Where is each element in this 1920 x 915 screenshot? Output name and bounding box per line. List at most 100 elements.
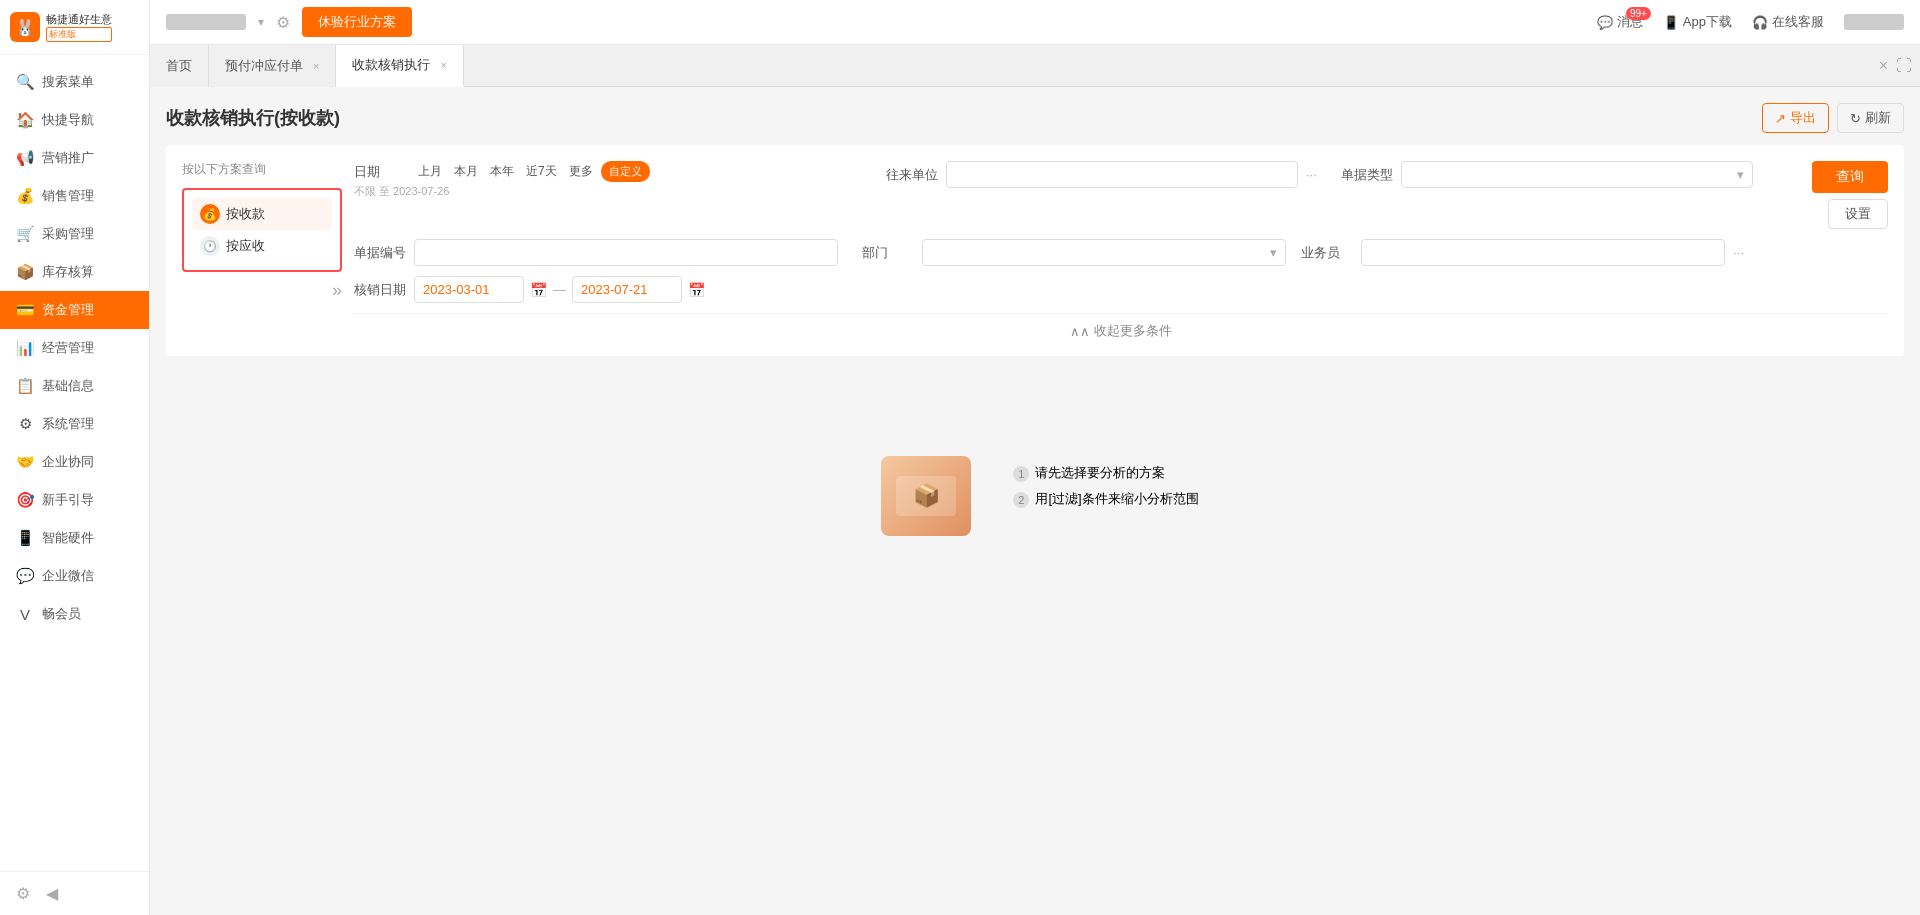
date-btn-more[interactable]: 更多 (565, 161, 597, 182)
management-icon: 📊 (16, 339, 34, 357)
counterpart-input[interactable] (946, 161, 1298, 188)
sidebar-item-finance[interactable]: 💳资金管理 (0, 291, 149, 329)
counterpart-more-icon[interactable]: ··· (1306, 167, 1317, 182)
content-area: 收款核销执行(按收款) ↗ 导出 ↻ 刷新 按以下方案查询 💰 按收款 (150, 87, 1920, 915)
topbar-right: 💬 消息 99+ 📱 App下载 🎧 在线客服 (1597, 13, 1904, 31)
date-btn-7days[interactable]: 近7天 (522, 161, 561, 182)
tabbar-expand-btn[interactable]: ⛶ (1896, 57, 1912, 75)
empty-box-face: 📦 (896, 476, 956, 516)
date-btn-this-year[interactable]: 本年 (486, 161, 518, 182)
sidebar-item-label-guide: 新手引导 (42, 491, 94, 509)
sidebar-nav: 🔍搜索菜单🏠快捷导航📢营销推广💰销售管理🛒采购管理📦库存核算💳资金管理📊经营管理… (0, 55, 149, 871)
topbar-gear-icon[interactable]: ⚙ (276, 13, 290, 32)
tabbar-close-btn[interactable]: × (1879, 57, 1888, 75)
user-avatar (1844, 14, 1904, 30)
sidebar-bottom: ⚙ ◀ (0, 871, 149, 915)
sidebar-item-sales[interactable]: 💰销售管理 (0, 177, 149, 215)
tab-receipt-close-icon[interactable]: × (440, 59, 446, 71)
refresh-icon: ↻ (1850, 111, 1861, 126)
query-btn[interactable]: 查询 (1812, 161, 1888, 193)
doc-type-select[interactable] (1401, 161, 1753, 188)
page-actions: ↗ 导出 ↻ 刷新 (1762, 103, 1904, 133)
department-select[interactable] (922, 239, 1286, 266)
sidebar-item-basic[interactable]: 📋基础信息 (0, 367, 149, 405)
sidebar-item-label-quick: 快捷导航 (42, 111, 94, 129)
sidebar-item-label-inventory: 库存核算 (42, 263, 94, 281)
empty-instructions: 1 请先选择要分析的方案 2 用[过滤]条件来缩小分析范围 (1013, 464, 1198, 508)
sidebar-item-search[interactable]: 🔍搜索菜单 (0, 63, 149, 101)
hardware-icon: 📱 (16, 529, 34, 547)
date-btn-last-month[interactable]: 上月 (414, 161, 446, 182)
step1-num: 1 (1013, 466, 1029, 482)
collapse-more-icon: ∧∧ (1070, 324, 1090, 339)
sidebar-item-marketing[interactable]: 📢营销推广 (0, 139, 149, 177)
tab-prepay-label: 预付冲应付单 (225, 57, 303, 75)
tab-home-label: 首页 (166, 57, 192, 75)
tab-receipt-label: 收款核销执行 (352, 56, 430, 74)
sidebar-item-management[interactable]: 📊经营管理 (0, 329, 149, 367)
settings-btn[interactable]: 设置 (1828, 199, 1888, 229)
filter-row2: 单据编号 部门 ▾ 业务员 ··· (354, 239, 1888, 266)
verify-date-start-cal-icon[interactable]: 📅 (530, 282, 547, 298)
topbar-brand (166, 14, 246, 30)
refresh-btn[interactable]: ↻ 刷新 (1837, 103, 1904, 133)
empty-box-body: 📦 (881, 456, 971, 536)
basic-icon: 📋 (16, 377, 34, 395)
verify-date-end-cal-icon[interactable]: 📅 (688, 282, 705, 298)
by-receipt-label: 按收款 (226, 205, 265, 223)
filter-panel: 按以下方案查询 💰 按收款 🕐 按应收 » (166, 145, 1904, 356)
export-btn[interactable]: ↗ 导出 (1762, 103, 1829, 133)
salesperson-label: 业务员 (1301, 244, 1353, 262)
online-service-btn[interactable]: 🎧 在线客服 (1752, 13, 1824, 31)
topbar-chevron-icon[interactable]: ▾ (258, 15, 264, 29)
sidebar-item-purchase[interactable]: 🛒采购管理 (0, 215, 149, 253)
sidebar-item-guide[interactable]: 🎯新手引导 (0, 481, 149, 519)
tab-prepay[interactable]: 预付冲应付单 × (209, 45, 336, 87)
filter-option-by-receipt[interactable]: 💰 按收款 (192, 198, 332, 230)
sidebar-item-inventory[interactable]: 📦库存核算 (0, 253, 149, 291)
salesperson-input[interactable] (1361, 239, 1725, 266)
salesperson-more-icon[interactable]: ··· (1733, 245, 1744, 260)
date-range-sub: 不限 至 2023-07-26 (354, 184, 862, 199)
filter-row3: 核销日期 📅 — 📅 (354, 276, 1888, 303)
salesperson-row: 业务员 ··· (1301, 239, 1744, 266)
verify-date-start-input[interactable] (414, 276, 524, 303)
tab-receipt[interactable]: 收款核销执行 × (336, 45, 463, 87)
filter-row1: 日期 上月 本月 本年 近7天 更多 自定义 不限 至 2023-07-26 (354, 161, 1888, 229)
sidebar-item-vip[interactable]: V畅会员 (0, 595, 149, 633)
date-separator: — (553, 282, 566, 297)
industry-btn[interactable]: 休验行业方案 (302, 7, 412, 37)
sidebar-item-label-search: 搜索菜单 (42, 73, 94, 91)
sidebar-item-label-sales: 销售管理 (42, 187, 94, 205)
service-label: 在线客服 (1772, 13, 1824, 31)
app-icon: 📱 (1663, 15, 1679, 30)
verify-date-end-input[interactable] (572, 276, 682, 303)
sidebar-item-wechat[interactable]: 💬企业微信 (0, 557, 149, 595)
logo-text-group: 畅捷通好生意 标准版 (46, 12, 112, 41)
sidebar-item-hardware[interactable]: 📱智能硬件 (0, 519, 149, 557)
sidebar-item-system[interactable]: ⚙系统管理 (0, 405, 149, 443)
date-row: 日期 上月 本月 本年 近7天 更多 自定义 (354, 161, 862, 182)
filter-option-by-receivable[interactable]: 🕐 按应收 (192, 230, 332, 262)
filter-collapse-btn[interactable]: » (182, 280, 342, 301)
empty-face-emoji: 📦 (913, 483, 940, 509)
department-label: 部门 (862, 244, 914, 262)
date-btn-this-month[interactable]: 本月 (450, 161, 482, 182)
doc-num-row: 单据编号 (354, 239, 838, 266)
filter-form-area: 日期 上月 本月 本年 近7天 更多 自定义 不限 至 2023-07-26 (354, 161, 1888, 340)
tabbar-actions: × ⛶ (1879, 57, 1920, 75)
app-download-btn[interactable]: 📱 App下载 (1663, 13, 1732, 31)
filter-sidebar-title: 按以下方案查询 (182, 161, 342, 178)
tab-prepay-close-icon[interactable]: × (313, 60, 319, 72)
settings-icon[interactable]: ⚙ (16, 884, 30, 903)
doc-type-label: 单据类型 (1341, 166, 1393, 184)
date-btn-custom[interactable]: 自定义 (601, 161, 650, 182)
collapse-more-btn[interactable]: ∧∧ 收起更多条件 (354, 313, 1888, 340)
collapse-sidebar-icon[interactable]: ◀ (46, 884, 58, 903)
tab-home[interactable]: 首页 (150, 45, 209, 87)
message-btn[interactable]: 💬 消息 99+ (1597, 13, 1643, 31)
sidebar-item-enterprise[interactable]: 🤝企业协同 (0, 443, 149, 481)
export-icon: ↗ (1775, 111, 1786, 126)
sidebar-item-quick[interactable]: 🏠快捷导航 (0, 101, 149, 139)
doc-num-input[interactable] (414, 239, 838, 266)
